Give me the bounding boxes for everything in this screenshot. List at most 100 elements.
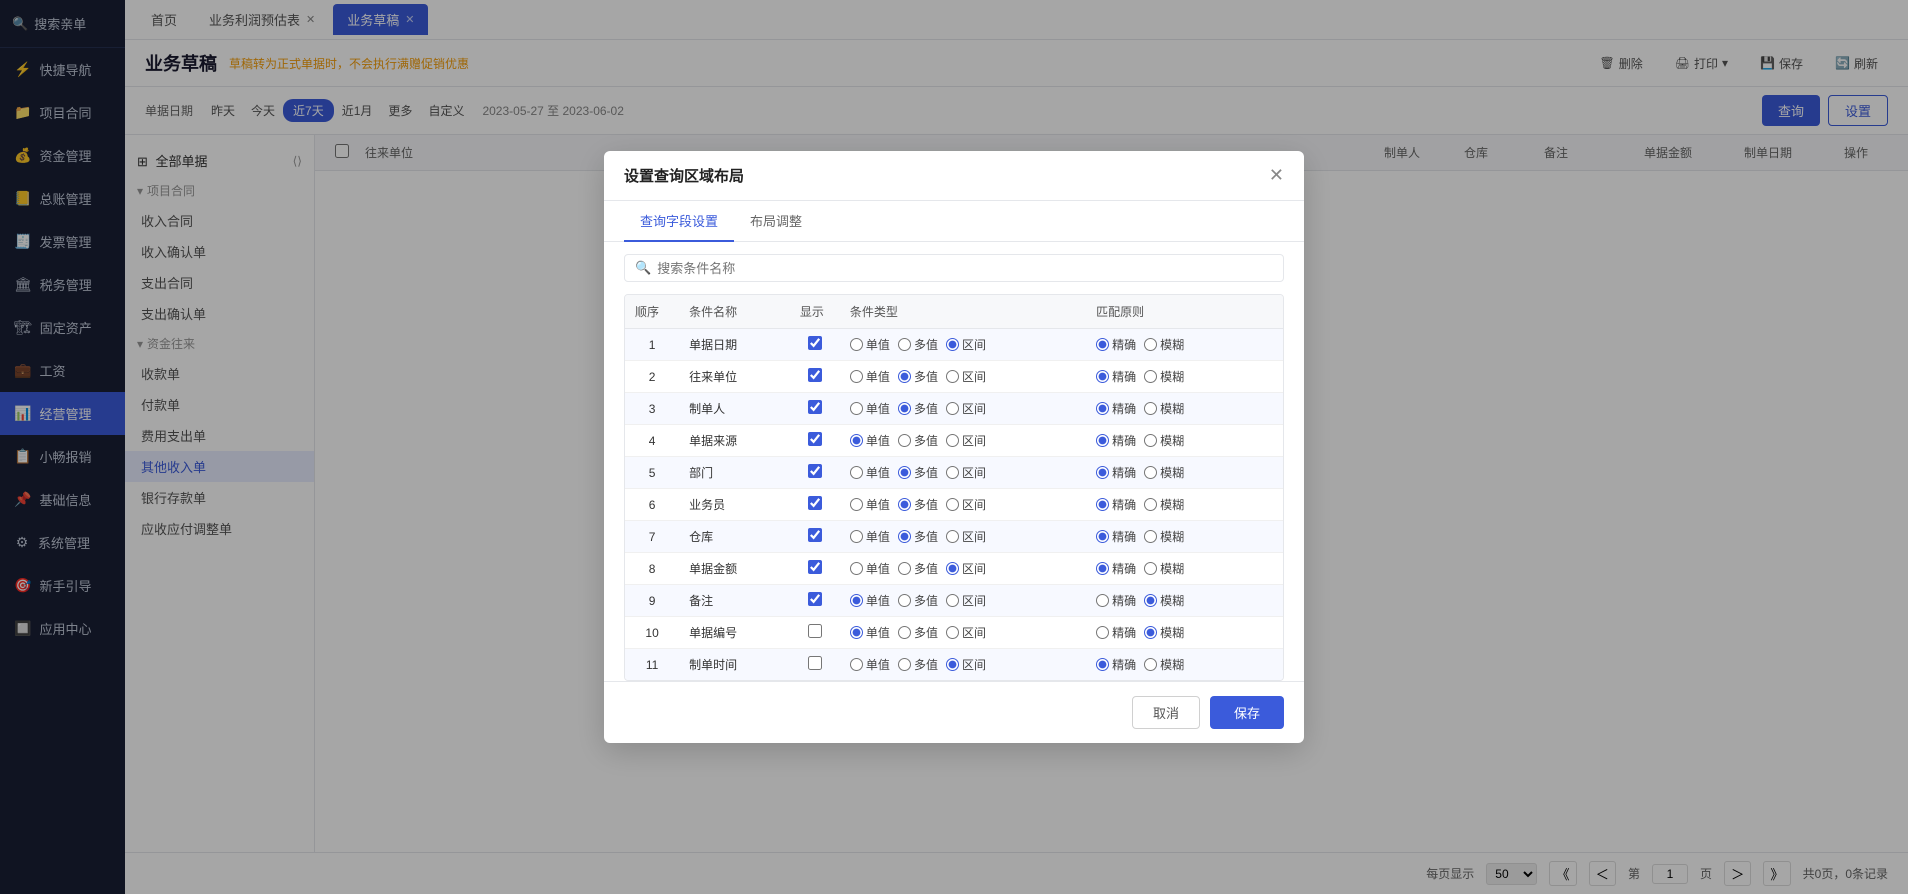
type-radio-区间-11[interactable]: 区间 [946,656,986,673]
row-match-10[interactable]: 精确模糊 [1086,617,1283,649]
type-radio-多值-9[interactable]: 多值 [898,592,938,609]
row-show-3[interactable] [790,393,840,425]
match-radio-精确-8[interactable]: 精确 [1096,560,1136,577]
match-radio-精确-2[interactable]: 精确 [1096,368,1136,385]
type-radio-单值-1[interactable]: 单值 [850,336,890,353]
type-radio-区间-6[interactable]: 区间 [946,496,986,513]
row-match-3[interactable]: 精确模糊 [1086,393,1283,425]
row-show-11[interactable] [790,649,840,681]
match-radio-模糊-3[interactable]: 模糊 [1144,400,1184,417]
row-match-11[interactable]: 精确模糊 [1086,649,1283,681]
row-type-7[interactable]: 单值多值区间 [840,521,1086,553]
modal-tab-query-fields[interactable]: 查询字段设置 [624,201,734,242]
row-show-2[interactable] [790,361,840,393]
row-show-6[interactable] [790,489,840,521]
row-match-1[interactable]: 精确模糊 [1086,329,1283,361]
type-radio-区间-1[interactable]: 区间 [946,336,986,353]
show-checkbox-5[interactable] [808,464,822,478]
row-match-2[interactable]: 精确模糊 [1086,361,1283,393]
match-radio-模糊-6[interactable]: 模糊 [1144,496,1184,513]
row-show-5[interactable] [790,457,840,489]
show-checkbox-6[interactable] [808,496,822,510]
match-radio-模糊-7[interactable]: 模糊 [1144,528,1184,545]
type-radio-单值-7[interactable]: 单值 [850,528,890,545]
modal-close-button[interactable]: ✕ [1269,165,1284,186]
row-type-1[interactable]: 单值多值区间 [840,329,1086,361]
match-radio-模糊-1[interactable]: 模糊 [1144,336,1184,353]
match-radio-模糊-2[interactable]: 模糊 [1144,368,1184,385]
match-radio-精确-10[interactable]: 精确 [1096,624,1136,641]
row-show-10[interactable] [790,617,840,649]
match-radio-精确-3[interactable]: 精确 [1096,400,1136,417]
match-radio-模糊-4[interactable]: 模糊 [1144,432,1184,449]
row-type-8[interactable]: 单值多值区间 [840,553,1086,585]
type-radio-区间-2[interactable]: 区间 [946,368,986,385]
modal-tab-layout[interactable]: 布局调整 [734,201,818,242]
row-type-5[interactable]: 单值多值区间 [840,457,1086,489]
type-radio-多值-7[interactable]: 多值 [898,528,938,545]
type-radio-区间-3[interactable]: 区间 [946,400,986,417]
type-radio-单值-8[interactable]: 单值 [850,560,890,577]
show-checkbox-1[interactable] [808,336,822,350]
row-show-4[interactable] [790,425,840,457]
match-radio-精确-4[interactable]: 精确 [1096,432,1136,449]
row-type-2[interactable]: 单值多值区间 [840,361,1086,393]
type-radio-单值-9[interactable]: 单值 [850,592,890,609]
type-radio-单值-10[interactable]: 单值 [850,624,890,641]
type-radio-单值-4[interactable]: 单值 [850,432,890,449]
show-checkbox-10[interactable] [808,624,822,638]
match-radio-精确-9[interactable]: 精确 [1096,592,1136,609]
type-radio-区间-4[interactable]: 区间 [946,432,986,449]
show-checkbox-8[interactable] [808,560,822,574]
row-match-8[interactable]: 精确模糊 [1086,553,1283,585]
type-radio-多值-8[interactable]: 多值 [898,560,938,577]
row-show-1[interactable] [790,329,840,361]
row-match-9[interactable]: 精确模糊 [1086,585,1283,617]
match-radio-精确-1[interactable]: 精确 [1096,336,1136,353]
type-radio-多值-2[interactable]: 多值 [898,368,938,385]
type-radio-多值-10[interactable]: 多值 [898,624,938,641]
row-show-8[interactable] [790,553,840,585]
type-radio-多值-5[interactable]: 多值 [898,464,938,481]
type-radio-多值-1[interactable]: 多值 [898,336,938,353]
cancel-button[interactable]: 取消 [1132,696,1200,729]
type-radio-区间-8[interactable]: 区间 [946,560,986,577]
modal-save-button[interactable]: 保存 [1210,696,1284,729]
type-radio-多值-11[interactable]: 多值 [898,656,938,673]
type-radio-区间-7[interactable]: 区间 [946,528,986,545]
type-radio-区间-5[interactable]: 区间 [946,464,986,481]
row-type-9[interactable]: 单值多值区间 [840,585,1086,617]
match-radio-模糊-10[interactable]: 模糊 [1144,624,1184,641]
row-show-9[interactable] [790,585,840,617]
show-checkbox-2[interactable] [808,368,822,382]
match-radio-模糊-8[interactable]: 模糊 [1144,560,1184,577]
match-radio-精确-11[interactable]: 精确 [1096,656,1136,673]
modal-search-input[interactable] [657,261,1273,276]
type-radio-区间-9[interactable]: 区间 [946,592,986,609]
show-checkbox-9[interactable] [808,592,822,606]
row-type-4[interactable]: 单值多值区间 [840,425,1086,457]
show-checkbox-3[interactable] [808,400,822,414]
type-radio-单值-11[interactable]: 单值 [850,656,890,673]
match-radio-精确-7[interactable]: 精确 [1096,528,1136,545]
type-radio-单值-6[interactable]: 单值 [850,496,890,513]
row-type-10[interactable]: 单值多值区间 [840,617,1086,649]
row-show-7[interactable] [790,521,840,553]
row-type-3[interactable]: 单值多值区间 [840,393,1086,425]
match-radio-模糊-11[interactable]: 模糊 [1144,656,1184,673]
type-radio-单值-5[interactable]: 单值 [850,464,890,481]
show-checkbox-11[interactable] [808,656,822,670]
type-radio-单值-3[interactable]: 单值 [850,400,890,417]
show-checkbox-4[interactable] [808,432,822,446]
row-type-6[interactable]: 单值多值区间 [840,489,1086,521]
row-match-6[interactable]: 精确模糊 [1086,489,1283,521]
type-radio-多值-4[interactable]: 多值 [898,432,938,449]
row-match-7[interactable]: 精确模糊 [1086,521,1283,553]
match-radio-模糊-5[interactable]: 模糊 [1144,464,1184,481]
type-radio-多值-6[interactable]: 多值 [898,496,938,513]
type-radio-多值-3[interactable]: 多值 [898,400,938,417]
row-match-4[interactable]: 精确模糊 [1086,425,1283,457]
row-match-5[interactable]: 精确模糊 [1086,457,1283,489]
match-radio-模糊-9[interactable]: 模糊 [1144,592,1184,609]
type-radio-区间-10[interactable]: 区间 [946,624,986,641]
